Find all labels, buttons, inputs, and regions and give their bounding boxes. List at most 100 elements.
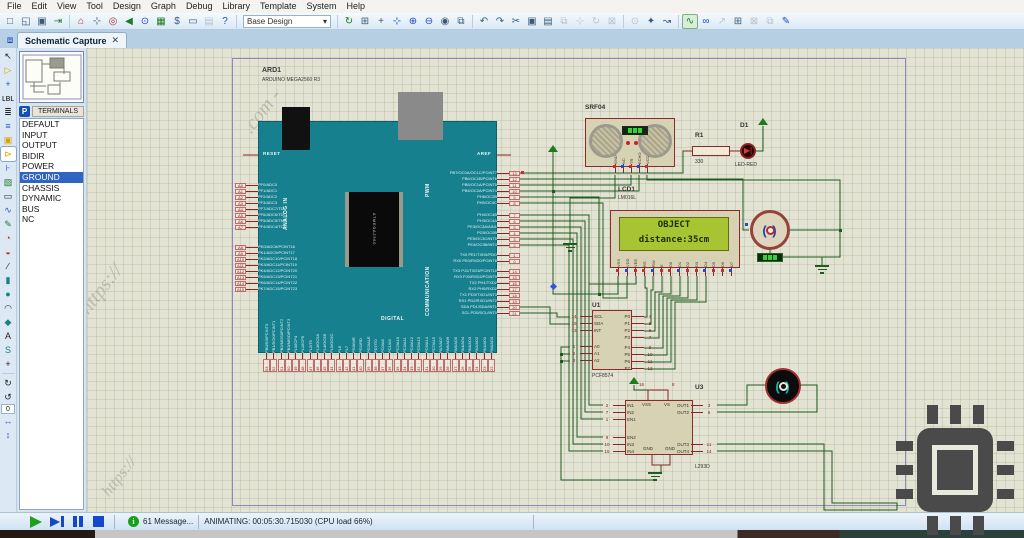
ground-symbol[interactable] xyxy=(815,265,829,276)
menu-item[interactable]: Tool xyxy=(81,0,108,13)
design-notes-icon[interactable]: ✎ xyxy=(778,14,794,29)
graphics-path-icon[interactable]: ◆ xyxy=(1,315,16,329)
pick-parts-icon[interactable]: ⊙ xyxy=(627,14,643,29)
undo-icon[interactable]: ↶ xyxy=(476,14,492,29)
device-pins-icon[interactable]: ⊦ xyxy=(1,161,16,175)
terminal-list-item[interactable]: DEFAULT xyxy=(20,119,83,130)
terminal-list-item[interactable]: NC xyxy=(20,214,83,225)
graphics-box-icon[interactable]: ▮ xyxy=(1,273,16,287)
graphics-symbol-icon[interactable]: S xyxy=(1,343,16,357)
copy-icon[interactable]: ▣ xyxy=(524,14,540,29)
zoom-all-icon[interactable]: ◉ xyxy=(437,14,453,29)
schematic-wiring[interactable] xyxy=(87,48,1024,512)
resistor-r1[interactable] xyxy=(692,146,730,156)
stop-button[interactable] xyxy=(93,516,104,527)
menu-item[interactable]: System xyxy=(302,0,342,13)
graphics-line-icon[interactable]: ∕ xyxy=(1,259,16,273)
wire-autorouter-icon[interactable]: ∿ xyxy=(682,13,698,29)
save-design-icon[interactable]: ▣ xyxy=(34,14,50,29)
schematic-overview-preview[interactable] xyxy=(19,51,84,103)
close-tab-icon[interactable]: ✕ xyxy=(112,35,120,46)
ground-symbol[interactable] xyxy=(648,472,662,483)
pan-icon[interactable]: ⊹ xyxy=(389,14,405,29)
rotate-cw-icon[interactable]: ↻ xyxy=(1,376,16,390)
web-search-icon[interactable]: ⊙ xyxy=(137,14,153,29)
terminal-list-item[interactable]: CHASSIS xyxy=(20,183,83,194)
buses-icon[interactable]: ≡ xyxy=(1,119,16,133)
graphics-circle-icon[interactable]: ● xyxy=(1,287,16,301)
block-rotate-icon[interactable]: ↻ xyxy=(588,14,604,29)
center-sheet-icon[interactable]: ◎ xyxy=(105,14,121,29)
menu-item[interactable]: Edit xyxy=(27,0,53,13)
import-design-icon[interactable]: ⇥ xyxy=(50,14,66,29)
netlist-icon[interactable]: ▤ xyxy=(201,14,217,29)
origin-icon[interactable]: + xyxy=(373,14,389,29)
menu-item[interactable]: Template xyxy=(255,0,302,13)
terminal-list-item[interactable]: BIDIR xyxy=(20,151,83,162)
instruments-icon[interactable]: ◒ xyxy=(1,245,16,259)
menu-item[interactable]: Design xyxy=(108,0,146,13)
menu-item[interactable]: Graph xyxy=(146,0,181,13)
tape-recorder-icon[interactable]: ▭ xyxy=(1,189,16,203)
property-assignment-icon[interactable]: ↗ xyxy=(714,14,730,29)
new-design-icon[interactable]: □ xyxy=(2,14,18,29)
zoom-in-icon[interactable]: ⊕ xyxy=(405,14,421,29)
graph-mode-icon[interactable]: ▧ xyxy=(1,175,16,189)
terminal-list-item[interactable]: DYNAMIC xyxy=(20,193,83,204)
home-page-icon[interactable]: ⌂ xyxy=(73,14,89,29)
graphics-arc-icon[interactable]: ◠ xyxy=(1,301,16,315)
voltage-probe-icon[interactable]: ✎ xyxy=(1,217,16,231)
zoom-area-icon[interactable]: ⧉ xyxy=(453,14,469,29)
menu-item[interactable]: View xyxy=(52,0,81,13)
generator-mode-icon[interactable]: ∿ xyxy=(1,203,16,217)
selection-mode-icon[interactable]: ↖ xyxy=(1,49,16,63)
goto-sheet-icon[interactable]: ⧉ xyxy=(762,14,778,29)
pick-device-icon[interactable]: ▦ xyxy=(153,14,169,29)
terminal-list-item[interactable]: GROUND xyxy=(20,171,83,183)
menu-item[interactable]: Debug xyxy=(181,0,218,13)
pause-button[interactable] xyxy=(73,516,83,527)
block-move-icon[interactable]: ⊹ xyxy=(572,14,588,29)
new-sheet-icon[interactable]: ⊞ xyxy=(730,14,746,29)
cut-icon[interactable]: ✂ xyxy=(508,14,524,29)
paste-icon[interactable]: ▤ xyxy=(540,14,556,29)
help-icon[interactable]: ? xyxy=(217,14,233,29)
packaging-tool-icon[interactable]: ↝ xyxy=(659,14,675,29)
menu-item[interactable]: File xyxy=(2,0,27,13)
graphics-text-icon[interactable]: A xyxy=(1,329,16,343)
terminal-list-item[interactable]: OUTPUT xyxy=(20,140,83,151)
text-script-icon[interactable]: ≣ xyxy=(1,105,16,119)
wire-label-icon[interactable]: ʟʙʟ xyxy=(1,91,16,105)
terminal-list-item[interactable]: BUS xyxy=(20,204,83,215)
rotation-angle-field[interactable] xyxy=(1,404,15,414)
mirror-y-icon[interactable]: ↕ xyxy=(1,428,16,442)
tab-schematic-capture[interactable]: Schematic Capture ✕ xyxy=(17,32,128,48)
bill-of-materials-icon[interactable]: $ xyxy=(169,14,185,29)
graphics-marker-icon[interactable]: + xyxy=(1,357,16,371)
menu-item[interactable]: Help xyxy=(342,0,371,13)
open-design-icon[interactable]: ◱ xyxy=(18,14,34,29)
root-sheet-dropdown[interactable]: Base Design ▾ xyxy=(243,14,331,28)
zoom-out-icon[interactable]: ⊖ xyxy=(421,14,437,29)
message-count[interactable]: 61 Message... xyxy=(143,517,193,526)
led-d1[interactable]: ▶| xyxy=(740,143,756,159)
block-copy-icon[interactable]: ⧉ xyxy=(556,14,572,29)
component-mode-icon[interactable]: ▷ xyxy=(1,63,16,77)
power-terminal[interactable] xyxy=(758,118,768,125)
ground-symbol[interactable] xyxy=(563,243,577,254)
power-terminal[interactable] xyxy=(629,377,639,384)
play-button[interactable] xyxy=(30,515,42,528)
grid-toggle-icon[interactable]: ⊞ xyxy=(357,14,373,29)
search-tag-icon[interactable]: ∞ xyxy=(698,14,714,29)
step-button[interactable] xyxy=(50,516,64,527)
block-delete-icon[interactable]: ⊠ xyxy=(604,14,620,29)
mirror-x-icon[interactable]: ↔ xyxy=(1,414,16,428)
junction-dot-icon[interactable]: + xyxy=(1,77,16,91)
make-device-icon[interactable]: ✦ xyxy=(643,14,659,29)
subcircuit-icon[interactable]: ▣ xyxy=(1,133,16,147)
schematic-canvas[interactable]: https:// .com - https:// ARD1 ARDUINO ME… xyxy=(87,48,1024,512)
dc-motor-bottom[interactable]: ( ) xyxy=(765,368,801,404)
power-terminal[interactable] xyxy=(548,145,558,152)
pick-terminals-button[interactable]: P xyxy=(19,105,30,117)
redo-icon[interactable]: ↷ xyxy=(492,14,508,29)
